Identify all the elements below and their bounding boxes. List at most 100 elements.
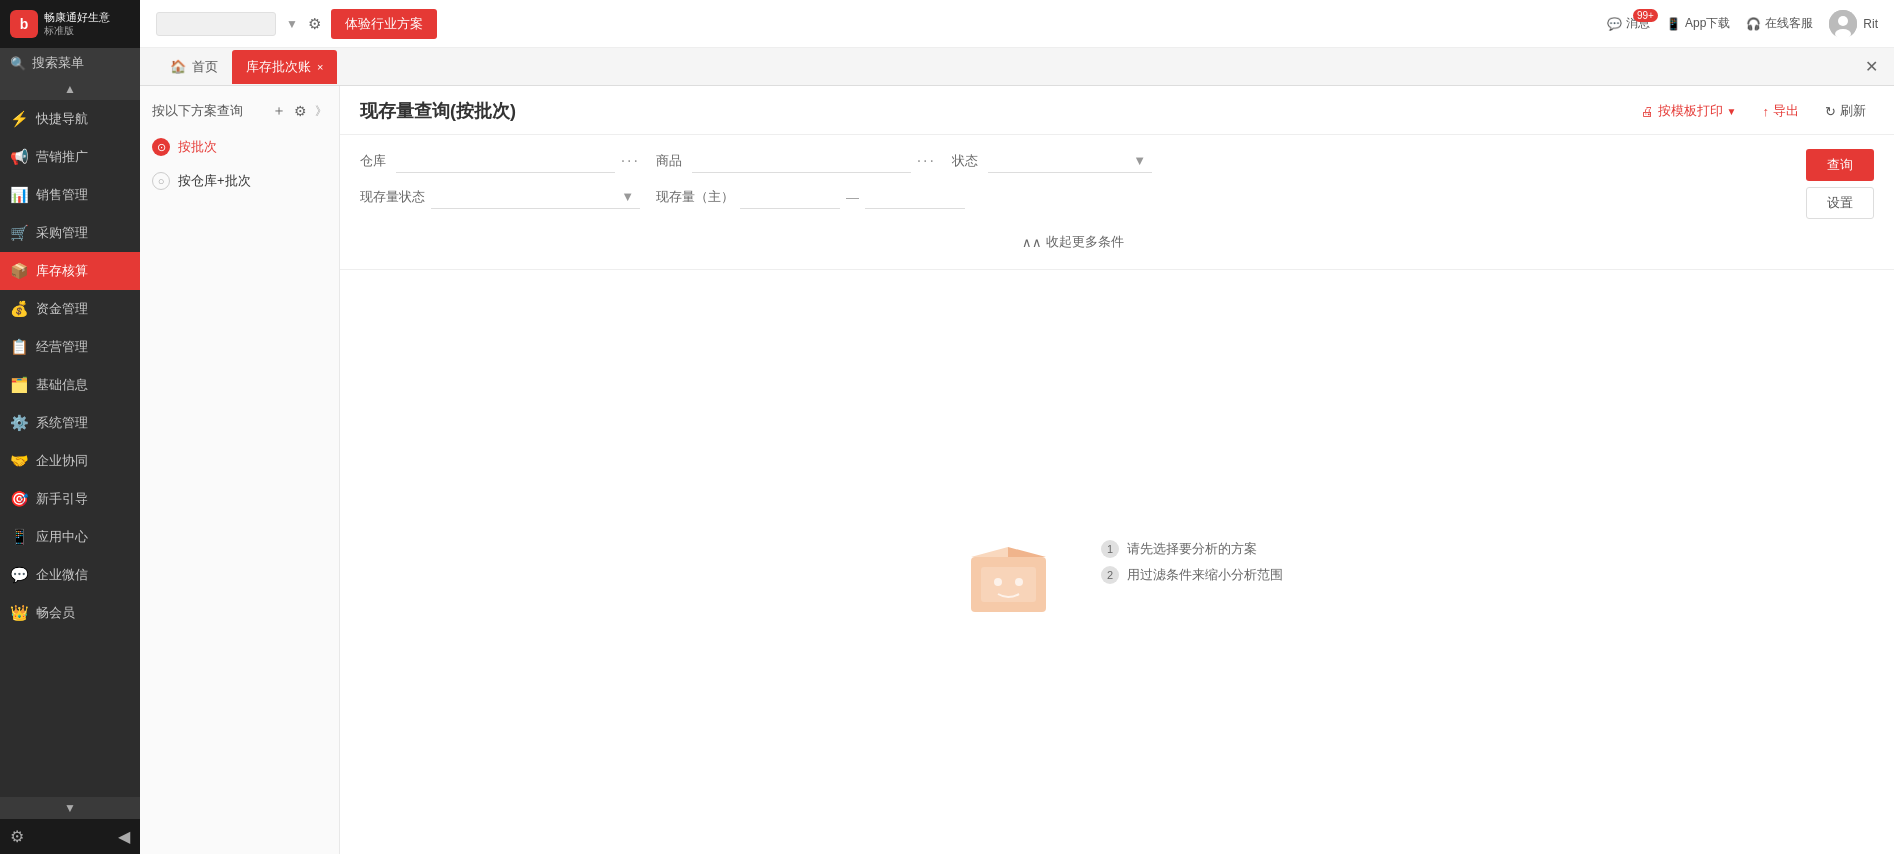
sidebar-item-label: 经营管理	[36, 338, 88, 356]
stock-qty-max-input[interactable]	[865, 185, 965, 209]
svg-marker-5	[1008, 547, 1046, 557]
filter-group-status: 状态 ▼	[952, 149, 1152, 173]
topbar-gear-icon[interactable]: ⚙	[308, 15, 321, 33]
quick-nav-icon: ⚡	[10, 110, 28, 128]
query-button[interactable]: 查询	[1806, 149, 1874, 181]
left-panel-add-icon[interactable]: ＋	[272, 102, 286, 120]
left-panel-settings-icon[interactable]: ⚙	[294, 103, 307, 119]
refresh-label: 刷新	[1840, 102, 1866, 120]
left-panel-collapse-icon[interactable]: 》	[315, 103, 327, 120]
sidebar-item-label: 新手引导	[36, 490, 88, 508]
purchase-icon: 🛒	[10, 224, 28, 242]
sidebar-item-basic[interactable]: 🗂️ 基础信息	[0, 366, 140, 404]
filter-row-2: 现存量状态 ▼ 现存量（主） —	[360, 185, 1786, 209]
sidebar-item-enterprise-wechat[interactable]: 💬 企业微信	[0, 556, 140, 594]
sidebar-item-member[interactable]: 👑 畅会员	[0, 594, 140, 632]
stock-status-dropdown-arrow-icon: ▼	[621, 189, 634, 204]
topbar: ▼ ⚙ 体验行业方案 💬 消息 99+ 📱 App下载 🎧 在线客服 Ri	[140, 0, 1894, 48]
system-icon: ⚙️	[10, 414, 28, 432]
sidebar-scroll-down[interactable]: ▼	[0, 797, 140, 819]
print-icon: 🖨	[1641, 104, 1654, 119]
inventory-icon: 📦	[10, 262, 28, 280]
status-filter-dropdown[interactable]: ▼	[988, 149, 1152, 173]
svg-point-8	[1015, 578, 1023, 586]
app-center-icon: 📱	[10, 528, 28, 546]
sidebar-scroll-up[interactable]: ▲	[0, 78, 140, 100]
sidebar-item-marketing[interactable]: 📢 营销推广	[0, 138, 140, 176]
sidebar-item-finance[interactable]: 💰 资金管理	[0, 290, 140, 328]
export-icon: ↑	[1763, 104, 1770, 119]
topbar-chevron-icon[interactable]: ▼	[286, 17, 298, 31]
filter-group-product: 商品 ···	[656, 149, 936, 173]
messages-button[interactable]: 💬 消息 99+	[1607, 15, 1650, 32]
product-filter-input[interactable]	[692, 149, 911, 173]
left-panel-item-batch[interactable]: ⊙ 按批次	[140, 130, 339, 164]
sidebar-item-label: 畅会员	[36, 604, 75, 622]
query-buttons: 查询 设置	[1806, 149, 1874, 219]
sidebar-item-sales[interactable]: 📊 销售管理	[0, 176, 140, 214]
print-button[interactable]: 🖨 按模板打印 ▼	[1633, 98, 1745, 124]
app-download-button[interactable]: 📱 App下载	[1666, 15, 1730, 32]
export-label: 导出	[1773, 102, 1799, 120]
enterprise-icon: 🤝	[10, 452, 28, 470]
filter-row-1: 仓库 ··· 商品 ··· 状态	[360, 149, 1786, 173]
home-icon: 🏠	[170, 59, 186, 74]
finance-icon: 💰	[10, 300, 28, 318]
stock-qty-label: 现存量（主）	[656, 188, 734, 206]
filter-settings-button[interactable]: 设置	[1806, 187, 1874, 219]
sidebar-item-app-center[interactable]: 📱 应用中心	[0, 518, 140, 556]
left-panel-item-warehouse-batch[interactable]: ○ 按仓库+批次	[140, 164, 339, 198]
topbar-search-input[interactable]	[156, 12, 276, 36]
online-service-button[interactable]: 🎧 在线客服	[1746, 15, 1813, 32]
tip-num-2: 2	[1101, 566, 1119, 584]
sidebar-item-system[interactable]: ⚙️ 系统管理	[0, 404, 140, 442]
sidebar-version: 标准版	[44, 24, 110, 38]
content-area: 按以下方案查询 ＋ ⚙ 》 ⊙ 按批次 ○ 按仓库+批次 现存量查询(按批次)	[140, 86, 1894, 854]
basic-icon: 🗂️	[10, 376, 28, 394]
sales-icon: 📊	[10, 186, 28, 204]
warehouse-batch-label: 按仓库+批次	[178, 172, 251, 190]
left-panel: 按以下方案查询 ＋ ⚙ 》 ⊙ 按批次 ○ 按仓库+批次	[140, 86, 340, 854]
username-label: Rit	[1863, 17, 1878, 31]
product-filter-more-icon[interactable]: ···	[917, 152, 936, 170]
sidebar-search[interactable]: 🔍 搜索菜单	[0, 48, 140, 78]
print-label: 按模板打印	[1658, 102, 1723, 120]
sidebar-item-inventory[interactable]: 📦 库存核算	[0, 252, 140, 290]
warehouse-filter-input[interactable]	[396, 149, 615, 173]
stock-qty-min-input[interactable]	[740, 185, 840, 209]
sidebar-item-enterprise[interactable]: 🤝 企业协同	[0, 442, 140, 480]
main-area: ▼ ⚙ 体验行业方案 💬 消息 99+ 📱 App下载 🎧 在线客服 Ri	[140, 0, 1894, 854]
stock-qty-range-sep: —	[846, 190, 859, 205]
svg-point-7	[994, 578, 1002, 586]
sidebar-item-label: 采购管理	[36, 224, 88, 242]
tab-close-icon[interactable]: ×	[317, 61, 323, 73]
refresh-icon: ↻	[1825, 104, 1836, 119]
empty-tip-2: 2 用过滤条件来缩小分析范围	[1101, 566, 1283, 584]
print-dropdown-icon[interactable]: ▼	[1727, 106, 1737, 117]
stock-qty-range: —	[740, 185, 965, 209]
empty-illustration	[951, 502, 1071, 622]
sidebar-item-newbie[interactable]: 🎯 新手引导	[0, 480, 140, 518]
collapse-label: 收起更多条件	[1046, 233, 1124, 251]
refresh-button[interactable]: ↻ 刷新	[1817, 98, 1874, 124]
sidebar-search-label: 搜索菜单	[32, 54, 84, 72]
stock-status-dropdown[interactable]: ▼	[431, 185, 640, 209]
filter-fields: 仓库 ··· 商品 ··· 状态	[360, 149, 1786, 255]
tab-panel-close-icon[interactable]: ✕	[1865, 57, 1878, 76]
tab-home[interactable]: 🏠 首页	[156, 50, 232, 84]
sidebar-footer-collapse-icon[interactable]: ◀	[118, 827, 130, 846]
export-button[interactable]: ↑ 导出	[1755, 98, 1808, 124]
filter-group-warehouse: 仓库 ···	[360, 149, 640, 173]
tabbar: 🏠 首页 库存批次账 × ✕	[140, 48, 1894, 86]
sidebar-logo: b	[10, 10, 38, 38]
sidebar-item-purchase[interactable]: 🛒 采购管理	[0, 214, 140, 252]
sidebar-item-operations[interactable]: 📋 经营管理	[0, 328, 140, 366]
left-panel-header-actions: ＋ ⚙ 》	[272, 102, 327, 120]
filter-collapse-button[interactable]: ∧∧ 收起更多条件	[1010, 229, 1136, 255]
tab-inventory-batch[interactable]: 库存批次账 ×	[232, 50, 337, 84]
trial-button[interactable]: 体验行业方案	[331, 9, 437, 39]
sidebar-item-quick-nav[interactable]: ⚡ 快捷导航	[0, 100, 140, 138]
user-profile-button[interactable]: Rit	[1829, 10, 1878, 38]
sidebar-footer-settings-icon[interactable]: ⚙	[10, 827, 24, 846]
warehouse-filter-more-icon[interactable]: ···	[621, 152, 640, 170]
